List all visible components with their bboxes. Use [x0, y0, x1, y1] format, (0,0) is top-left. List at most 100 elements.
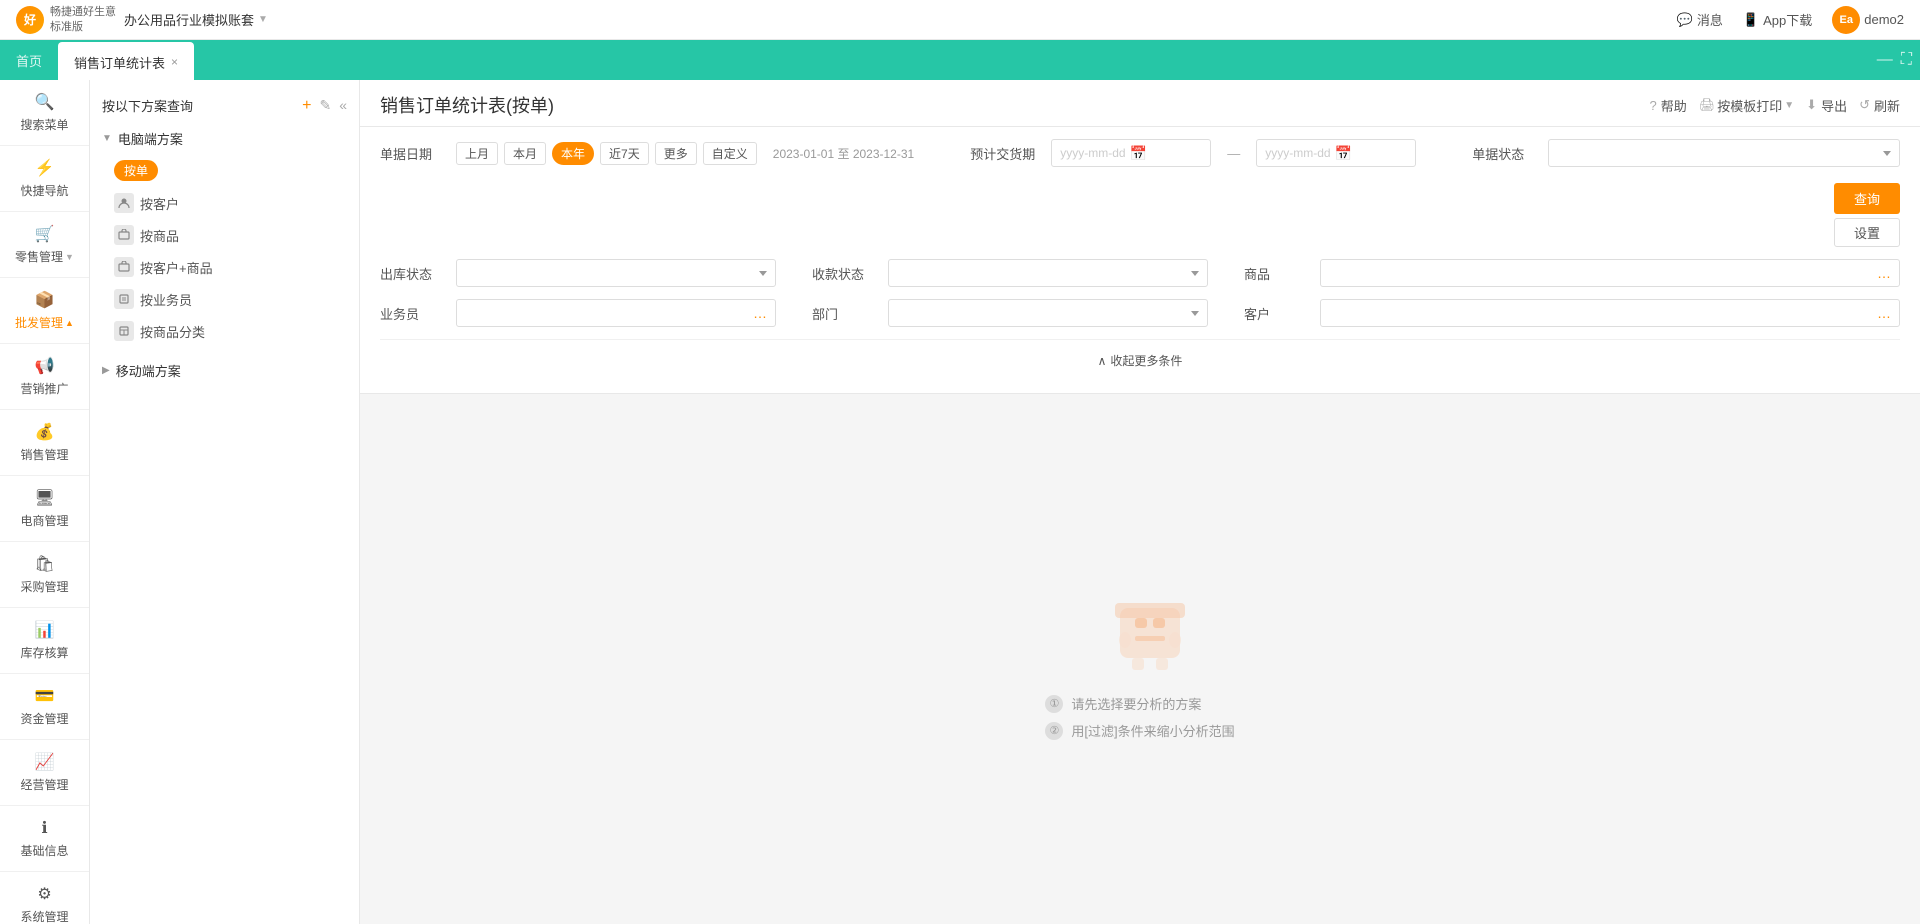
user-avatar-button[interactable]: Ea demo2	[1832, 6, 1904, 34]
page-title: 销售订单统计表(按单)	[380, 92, 554, 118]
minimize-icon[interactable]: —	[1877, 51, 1893, 69]
date-label: 单据日期	[380, 144, 440, 163]
logo-area: 好 畅捷通好生意 标准版	[16, 5, 116, 34]
expected-date-start[interactable]: yyyy-mm-dd 📅	[1051, 139, 1211, 167]
chevron-down-icon	[759, 271, 767, 276]
print-icon: 🖨	[1699, 97, 1716, 113]
tree-section-pc[interactable]: ▼ 电脑端方案	[90, 123, 359, 154]
expected-date-end[interactable]: yyyy-mm-dd 📅	[1256, 139, 1416, 167]
calendar-icon: 📅	[1130, 145, 1147, 162]
sidebar-item-quick-nav[interactable]: ⚡ 快捷导航	[0, 146, 89, 212]
status-label: 单据状态	[1472, 144, 1532, 163]
box-icon: 📦	[35, 290, 55, 310]
this-year-btn[interactable]: 本年	[552, 142, 594, 165]
tree-children-pc: 按单 按客户 按商品	[90, 154, 359, 347]
dept-select[interactable]	[888, 299, 1208, 327]
marketing-icon: 📢	[35, 356, 55, 376]
sidebar-item-marketing[interactable]: 📢 营销推广	[0, 344, 89, 410]
empty-tip-1: ① 请先选择要分析的方案	[1045, 694, 1234, 713]
logo-icon: 好	[16, 6, 44, 34]
close-tab-icon[interactable]: ×	[171, 55, 178, 69]
sidebar-item-basic[interactable]: ℹ 基础信息	[0, 806, 89, 872]
refresh-button[interactable]: ↺ 刷新	[1859, 96, 1900, 115]
collapse-filter-button[interactable]: ∧ 收起更多条件	[1090, 348, 1191, 373]
message-button[interactable]: 💬 消息	[1677, 10, 1723, 29]
gear-icon: ⚙	[37, 884, 51, 904]
out-status-select[interactable]	[456, 259, 776, 287]
goods-input[interactable]: …	[1320, 259, 1900, 287]
salesperson-input[interactable]: …	[456, 299, 776, 327]
sales-icon: 💰	[35, 422, 55, 442]
edit-scheme-button[interactable]: ✎	[319, 97, 331, 115]
custom-date-btn[interactable]: 自定义	[703, 142, 757, 165]
last-month-btn[interactable]: 上月	[456, 142, 498, 165]
sidebar-item-search-menu[interactable]: 🔍 搜索菜单	[0, 80, 89, 146]
settings-button[interactable]: 设置	[1834, 218, 1900, 247]
tree-item-by-goods[interactable]: 按商品	[102, 219, 359, 251]
sidebar-item-biz[interactable]: 📈 经营管理	[0, 740, 89, 806]
tree-item-by-customer[interactable]: 按客户	[102, 187, 359, 219]
sidebar-item-purchase[interactable]: 🛍 采购管理	[0, 542, 89, 608]
sidebar-item-ecom[interactable]: 🖥 电商管理	[0, 476, 89, 542]
tip-1-text: 请先选择要分析的方案	[1071, 694, 1201, 713]
avatar: Ea	[1832, 6, 1860, 34]
tree-item-by-order[interactable]: 按单	[102, 154, 359, 187]
status-select[interactable]	[1548, 139, 1900, 167]
tree-item-by-salesperson[interactable]: 按业务员	[102, 283, 359, 315]
content-area: 按以下方案查询 + ✎ « ▼ 电脑端方案 按单	[90, 80, 1920, 924]
cart-icon: 🛒	[35, 224, 55, 244]
left-panel: 按以下方案查询 + ✎ « ▼ 电脑端方案 按单	[90, 80, 360, 924]
last7days-btn[interactable]: 近7天	[600, 142, 649, 165]
app-download-button[interactable]: 📱 App下载	[1743, 10, 1812, 29]
collapse-row: ∧ 收起更多条件	[380, 339, 1900, 381]
salesperson-more-button[interactable]: …	[753, 305, 767, 321]
query-button[interactable]: 查询	[1834, 183, 1900, 214]
customer-icon	[114, 193, 134, 213]
salesperson-icon	[114, 289, 134, 309]
export-icon: ⬇	[1806, 97, 1817, 113]
finance-icon: 💳	[35, 686, 55, 706]
export-button[interactable]: ⬇ 导出	[1806, 96, 1847, 115]
customer-input[interactable]: …	[1320, 299, 1900, 327]
more-date-btn[interactable]: 更多	[655, 142, 697, 165]
date-range-text: 2023-01-01 至 2023-12-31	[773, 145, 914, 162]
filter-row-1: 单据日期 上月 本月 本年 近7天 更多 自定义 2023-01-01 至 20…	[380, 139, 1900, 247]
tree-item-by-category[interactable]: 按商品分类	[102, 315, 359, 347]
sidebar-item-sales[interactable]: 💰 销售管理	[0, 410, 89, 476]
tree-item-by-customer-goods[interactable]: 按客户+商品	[102, 251, 359, 283]
sidebar-item-system[interactable]: ⚙ 系统管理	[0, 872, 89, 924]
chevron-right-icon: ▶	[102, 365, 110, 376]
suite-title[interactable]: 办公用品行业模拟账套 ▼	[124, 10, 268, 29]
tab-sales-order-stats[interactable]: 销售订单统计表 ×	[58, 42, 194, 82]
tip-2-text: 用[过滤]条件来缩小分析范围	[1071, 721, 1234, 740]
this-month-btn[interactable]: 本月	[504, 142, 546, 165]
sidebar-item-retail[interactable]: 🛒 零售管理 ▼	[0, 212, 89, 278]
calendar-end-icon: 📅	[1335, 145, 1352, 162]
sidebar-item-wholesale[interactable]: 📦 批发管理 ▲	[0, 278, 89, 344]
chevron-down-icon	[1191, 271, 1199, 276]
chevron-down-icon	[1191, 311, 1199, 316]
chevron-up-icon: ∧	[1098, 354, 1107, 368]
collapse-panel-button[interactable]: «	[339, 97, 347, 115]
sidebar-item-inventory[interactable]: 📊 库存核算	[0, 608, 89, 674]
sidebar-item-finance[interactable]: 💳 资金管理	[0, 674, 89, 740]
tab-home[interactable]: 首页	[0, 40, 58, 80]
chevron-up-icon: ▲	[65, 318, 74, 328]
help-button[interactable]: ? 帮助	[1649, 96, 1686, 115]
customer-more-button[interactable]: …	[1877, 305, 1891, 321]
dept-label: 部门	[812, 304, 872, 323]
tip-1-num: ①	[1045, 695, 1063, 713]
phone-icon: 📱	[1743, 12, 1759, 28]
customer-label: 客户	[1244, 304, 1304, 323]
add-scheme-button[interactable]: +	[302, 97, 311, 115]
category-icon	[114, 321, 134, 341]
tree-section-mobile[interactable]: ▶ 移动端方案	[90, 355, 359, 386]
tip-2-num: ②	[1045, 722, 1063, 740]
scheme-label-active: 按单	[114, 160, 158, 181]
out-status-label: 出库状态	[380, 264, 440, 283]
receipt-status-select[interactable]	[888, 259, 1208, 287]
goods-more-button[interactable]: …	[1877, 265, 1891, 281]
maximize-icon[interactable]: ⛶	[1901, 51, 1912, 69]
goods-icon	[114, 225, 134, 245]
print-button[interactable]: 🖨 按模板打印 ▼	[1699, 96, 1794, 115]
